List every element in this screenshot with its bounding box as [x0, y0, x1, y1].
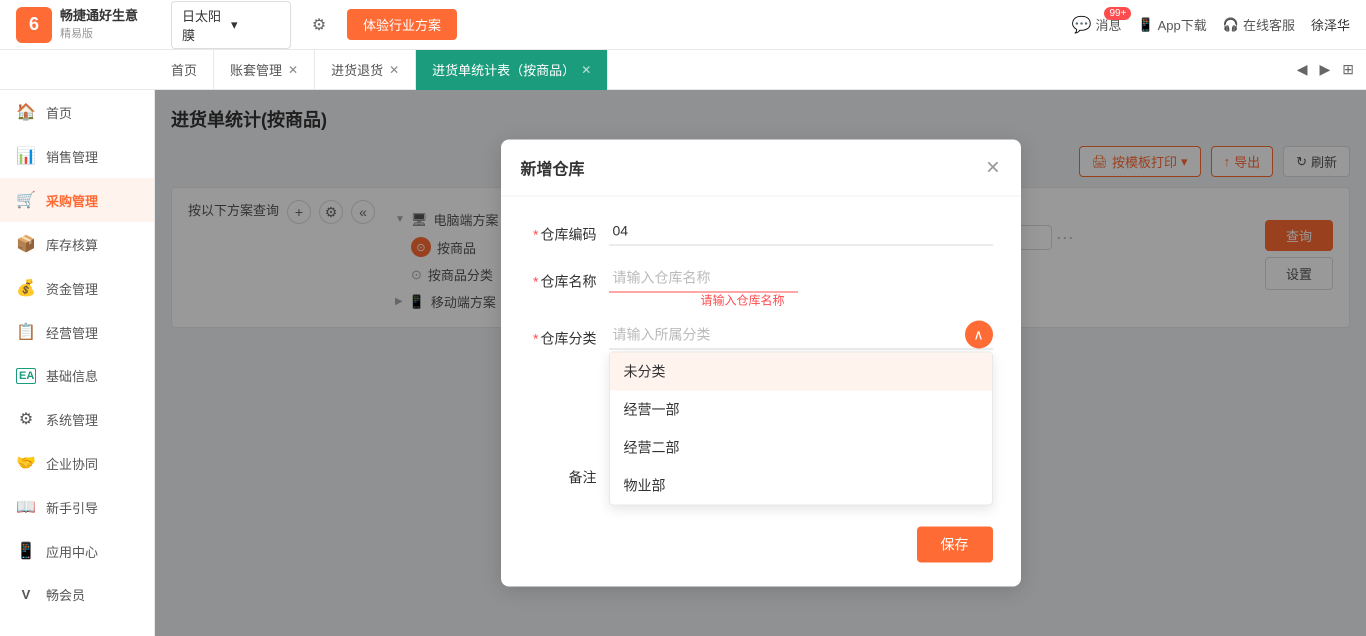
notification-badge: 99+ [1104, 7, 1131, 20]
sidebar-item-home[interactable]: 🏠 首页 [0, 90, 154, 134]
dialog-title: 新增仓库 [521, 156, 585, 180]
name-field-row: *仓库名称 请输入仓库名称 [529, 264, 993, 293]
logo-area: 6 畅捷通好生意 精易版 [16, 7, 171, 43]
online-service-button[interactable]: 🎧 在线客服 [1223, 15, 1295, 34]
sidebar-item-cooperation[interactable]: 🤝 企业协同 [0, 441, 154, 485]
code-field-row: *仓库编码 [529, 217, 993, 246]
name-label: *仓库名称 [529, 264, 609, 292]
home-icon: 🏠 [16, 102, 36, 122]
phone-icon: 📱 [1137, 17, 1153, 33]
dialog-close-button[interactable]: ✕ [985, 157, 1000, 178]
gear-button[interactable]: ⚙ [303, 9, 335, 41]
dropdown-item-dept2[interactable]: 经营二部 [610, 429, 992, 467]
tab-scroll-right[interactable]: ▶ [1317, 59, 1332, 80]
dropdown-item-dept3[interactable]: 物业部 [610, 467, 992, 505]
tab-purchase-return[interactable]: 进货退货 ✕ [315, 50, 416, 90]
headset-icon: 🎧 [1223, 17, 1239, 33]
code-input[interactable] [609, 217, 993, 246]
tab-account[interactable]: 账套管理 ✕ [214, 50, 315, 90]
system-icon: ⚙ [16, 409, 36, 429]
tab-bar: 首页 账套管理 ✕ 进货退货 ✕ 进货单统计表（按商品） ✕ ◀ ▶ ⊞ [0, 50, 1366, 90]
chevron-down-icon: ▾ [231, 17, 280, 33]
sidebar: 🏠 首页 📊 销售管理 🛒 采购管理 📦 库存核算 💰 资金管理 📋 经营管理 … [0, 90, 155, 636]
dialog-body: *仓库编码 *仓库名称 请输入仓库名称 [501, 197, 1021, 527]
tab-expand-icon[interactable]: ⊞ [1340, 59, 1356, 80]
store-selector[interactable]: 日太阳膜 ▾ [171, 1, 291, 49]
add-warehouse-dialog: 新增仓库 ✕ *仓库编码 *仓库名称 [501, 140, 1021, 587]
experience-button[interactable]: 体验行业方案 [347, 9, 457, 40]
sidebar-item-guide[interactable]: 📖 新手引导 [0, 485, 154, 529]
name-input[interactable] [609, 264, 798, 293]
sidebar-item-operations[interactable]: 📋 经营管理 [0, 310, 154, 354]
tab-controls: ◀ ▶ ⊞ [1295, 59, 1366, 80]
sidebar-item-purchase[interactable]: 🛒 采购管理 [0, 178, 154, 222]
tab-close-purchase-return[interactable]: ✕ [389, 63, 399, 77]
category-field: ∧ 未分类 经营一部 经营二部 物业部 [609, 321, 993, 350]
app-title: 畅捷通好生意 [60, 8, 138, 25]
content-area: 进货单统计(按商品) 🖨 按模板打印 ▾ ↑ 导出 ↻ 刷新 按以下方案查询 + [155, 90, 1366, 636]
guide-icon: 📖 [16, 497, 36, 517]
operations-icon: 📋 [16, 322, 36, 342]
dialog-footer: 保存 [501, 527, 1021, 563]
notification-button[interactable]: 💬 消息 99+ [1072, 15, 1122, 35]
tab-purchase-stats[interactable]: 进货单统计表（按商品） ✕ [416, 50, 608, 90]
inventory-icon: 📦 [16, 234, 36, 254]
note-label: 备注 [529, 460, 609, 488]
top-header: 6 畅捷通好生意 精易版 日太阳膜 ▾ ⚙ 体验行业方案 💬 消息 99+ 📱 … [0, 0, 1366, 50]
category-label: *仓库分类 [529, 321, 609, 349]
app-center-icon: 📱 [16, 541, 36, 561]
sidebar-item-system[interactable]: ⚙ 系统管理 [0, 397, 154, 441]
category-dropdown-toggle[interactable]: ∧ [965, 321, 993, 349]
top-right-area: 💬 消息 99+ 📱 App下载 🎧 在线客服 徐泽华 [1072, 15, 1350, 35]
dialog-header: 新增仓库 ✕ [501, 140, 1021, 197]
sidebar-item-app-center[interactable]: 📱 应用中心 [0, 529, 154, 573]
tab-scroll-left[interactable]: ◀ [1295, 59, 1310, 80]
category-field-row: *仓库分类 ∧ 未分类 经营一部 经营二部 物业部 [529, 321, 993, 350]
tab-home[interactable]: 首页 [155, 50, 214, 90]
dropdown-item-dept1[interactable]: 经营一部 [610, 391, 992, 429]
cooperation-icon: 🤝 [16, 453, 36, 473]
user-menu[interactable]: 徐泽华 [1311, 15, 1350, 34]
dropdown-item-unclassified[interactable]: 未分类 [610, 353, 992, 391]
category-dropdown: 未分类 经营一部 经营二部 物业部 [609, 352, 993, 506]
basic-info-icon: EA [16, 368, 36, 384]
app-download-button[interactable]: 📱 App下载 [1137, 15, 1206, 34]
sidebar-item-finance[interactable]: 💰 资金管理 [0, 266, 154, 310]
save-button[interactable]: 保存 [917, 527, 993, 563]
message-icon: 💬 [1072, 15, 1092, 35]
sidebar-item-basic-info[interactable]: EA 基础信息 [0, 354, 154, 397]
purchase-icon: 🛒 [16, 190, 36, 210]
name-error-message: 请输入仓库名称 [701, 292, 785, 309]
main-area: 🏠 首页 📊 销售管理 🛒 采购管理 📦 库存核算 💰 资金管理 📋 经营管理 … [0, 90, 1366, 636]
tab-close-purchase-stats[interactable]: ✕ [581, 63, 591, 77]
vip-icon: V [16, 587, 36, 602]
app-logo-icon: 6 [16, 7, 52, 43]
category-input[interactable] [609, 321, 965, 349]
sidebar-item-sales[interactable]: 📊 销售管理 [0, 134, 154, 178]
sidebar-item-inventory[interactable]: 📦 库存核算 [0, 222, 154, 266]
code-label: *仓库编码 [529, 217, 609, 245]
sales-icon: 📊 [16, 146, 36, 166]
sidebar-item-vip[interactable]: V 畅会员 [0, 573, 154, 616]
top-nav: 日太阳膜 ▾ ⚙ 体验行业方案 [171, 1, 1072, 49]
tab-close-account[interactable]: ✕ [288, 63, 298, 77]
app-subtitle: 精易版 [60, 25, 138, 41]
finance-icon: 💰 [16, 278, 36, 298]
